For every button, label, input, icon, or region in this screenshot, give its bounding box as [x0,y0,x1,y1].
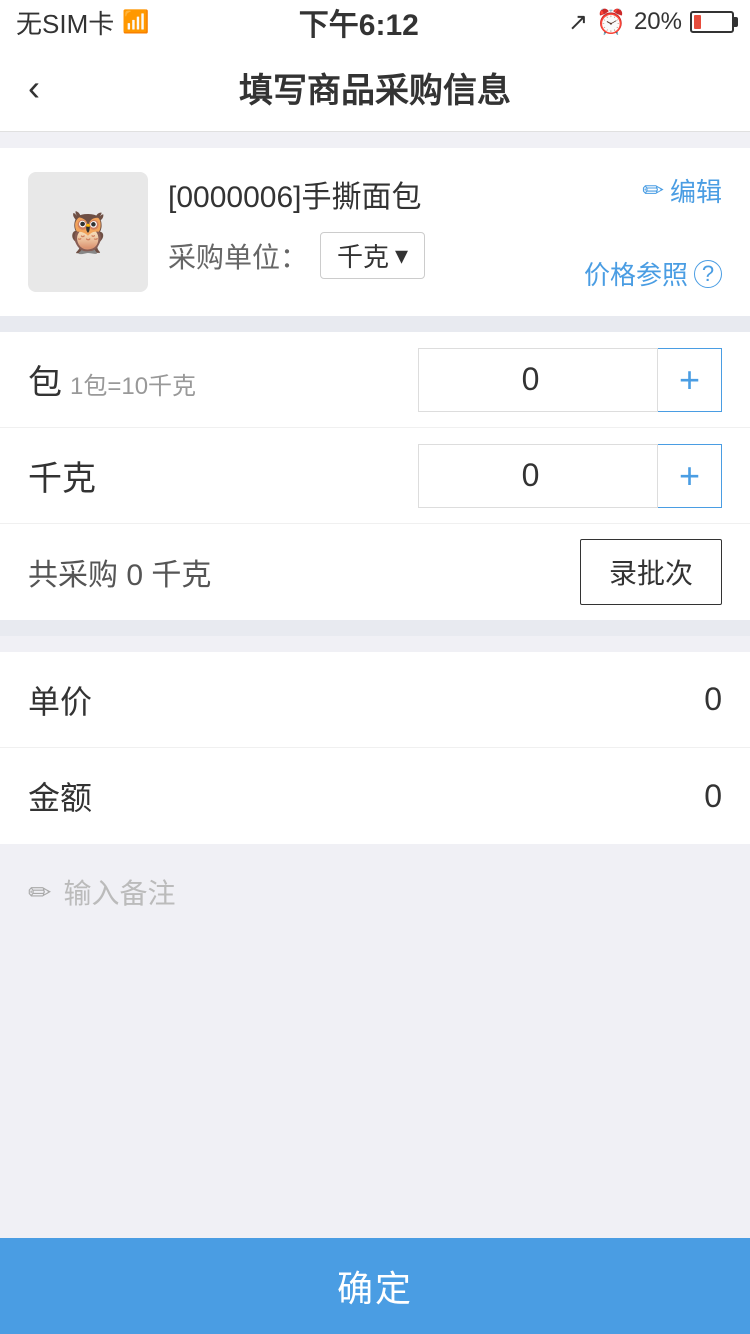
price-ref-button[interactable]: 价格参照 ? [584,255,722,292]
kg-input-row: 千克 + [0,428,750,524]
bao-label-group: 包 1包=10千克 [28,355,196,404]
product-image: 🦉 [28,172,148,292]
summary-row: 共采购 0 千克 录批次 [0,524,750,620]
carrier-label: 无SIM卡 [16,4,114,41]
summary-text: 共采购 0 千克 [28,550,211,594]
wifi-icon: 📶 [122,9,149,35]
dropdown-arrow-icon: ▾ [395,240,408,271]
nav-bar: ‹ 填写商品采购信息 [0,44,750,132]
bao-sub-label: 1包=10千克 [70,366,196,401]
bao-plus-button[interactable]: + [658,348,722,412]
kg-label: 千克 [28,451,96,500]
price-ref-label: 价格参照 [584,255,688,292]
product-image-placeholder: 🦉 [63,209,113,256]
time-label: 下午6:12 [299,0,419,44]
amount-value: 0 [704,778,722,815]
amount-row: 金额 0 [0,748,750,844]
spacer [0,940,750,1140]
input-section: 包 1包=10千克 + 千克 + 共采购 0 千克 录批次 [0,332,750,620]
help-icon: ? [694,260,722,288]
kg-input[interactable] [418,444,658,508]
note-placeholder: 输入备注 [63,872,175,912]
unit-price-value: 0 [704,681,722,718]
kg-input-right: + [418,444,722,508]
record-batch-button[interactable]: 录批次 [580,539,722,605]
edit-icon: ✏ [642,175,664,206]
unit-label: 采购单位： [168,236,308,276]
product-card: 🦉 [0000006]手撕面包 采购单位： 千克 ▾ ✏ 编辑 价格参照 ? [0,148,750,316]
battery-icon [690,11,734,33]
edit-button[interactable]: ✏ 编辑 [642,172,722,209]
unit-price-row: 单价 0 [0,652,750,748]
note-section[interactable]: ✏ 输入备注 [0,844,750,940]
product-name: [0000006]手撕面包 [168,172,722,216]
edit-label: 编辑 [670,172,722,209]
battery-percent: 20% [634,8,682,36]
back-button[interactable]: ‹ [28,67,40,109]
kg-plus-button[interactable]: + [658,444,722,508]
bao-input-row: 包 1包=10千克 + [0,332,750,428]
unit-price-label: 单价 [28,677,92,723]
price-section: 单价 0 金额 0 [0,652,750,844]
amount-label: 金额 [28,773,92,819]
confirm-button[interactable]: 确定 [0,1238,750,1334]
bao-input[interactable] [418,348,658,412]
unit-select[interactable]: 千克 ▾ [320,232,425,279]
bao-input-right: + [418,348,722,412]
page-title: 填写商品采购信息 [239,63,511,112]
bao-label: 包 [28,355,62,404]
alarm-icon: ⏰ [596,8,626,37]
status-bar: 无SIM卡 📶 下午6:12 ↗ ⏰ 20% [0,0,750,44]
status-bar-right: ↗ ⏰ 20% [568,8,734,37]
section-divider-2 [0,620,750,636]
section-divider-1 [0,316,750,332]
note-icon: ✏ [28,876,51,909]
location-icon: ↗ [568,8,588,37]
kg-label-group: 千克 [28,451,96,500]
status-bar-left: 无SIM卡 📶 [16,4,150,41]
unit-value: 千克 [337,237,389,274]
